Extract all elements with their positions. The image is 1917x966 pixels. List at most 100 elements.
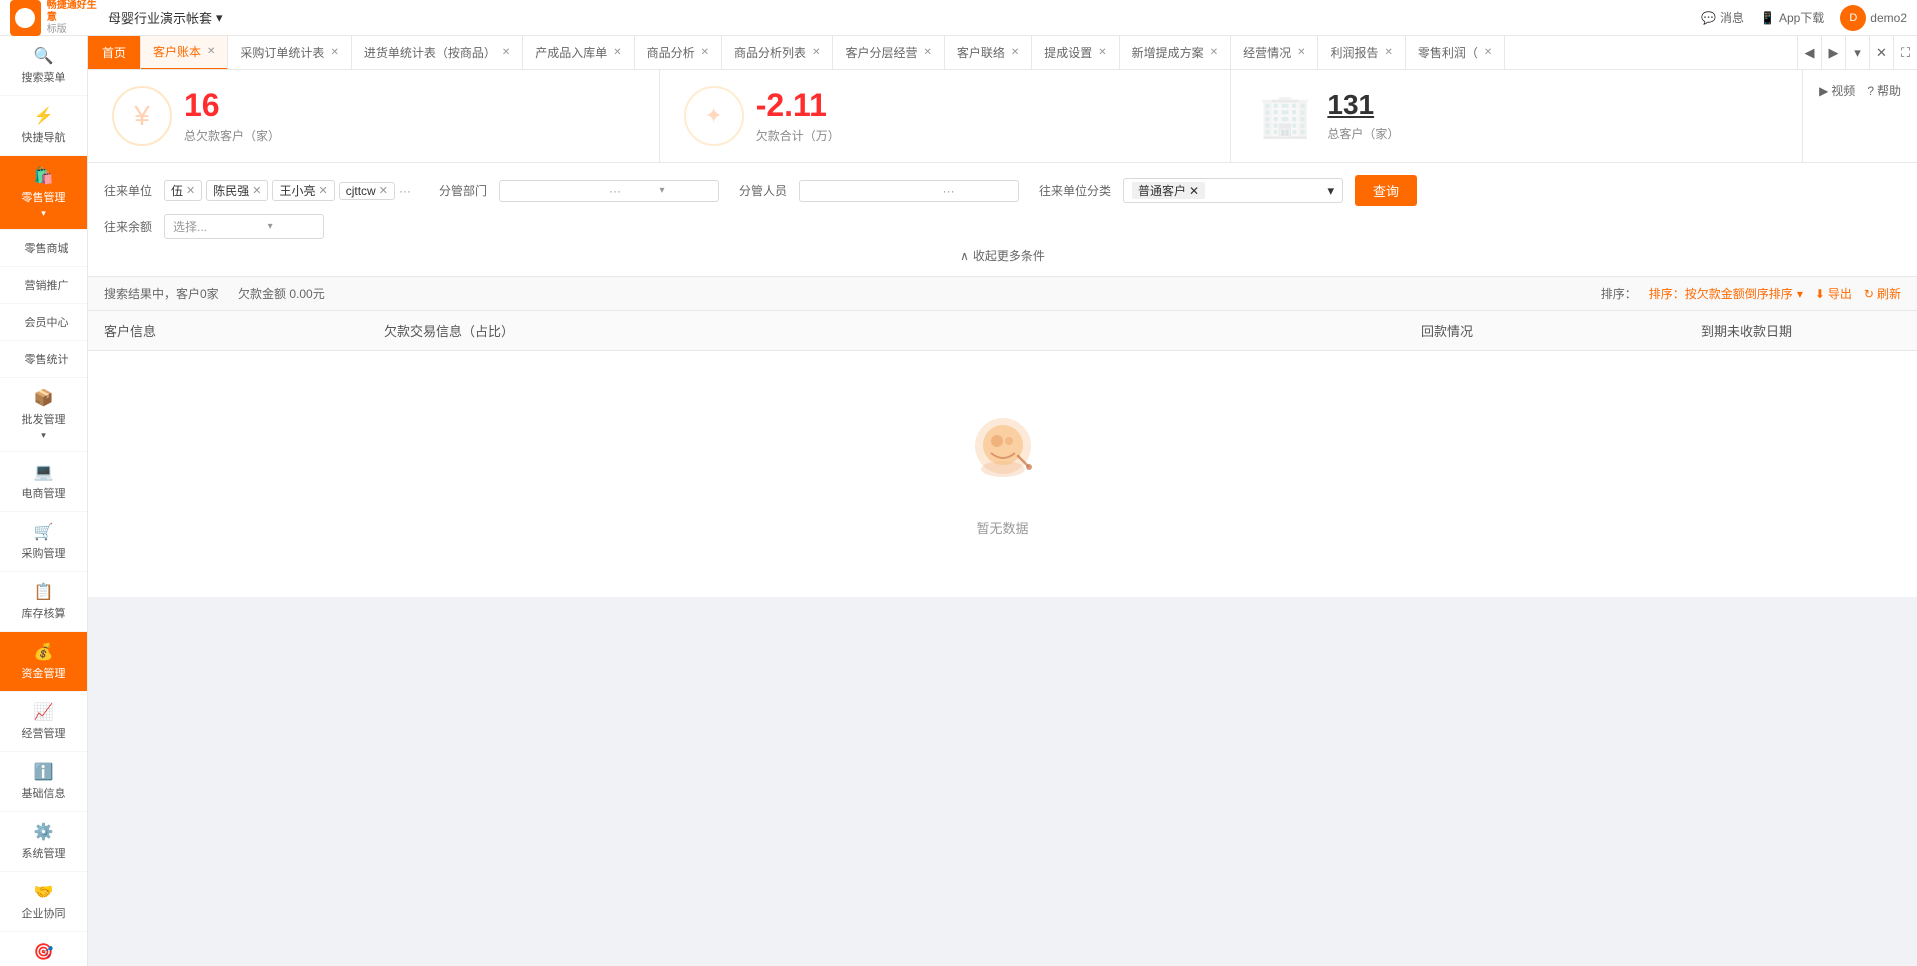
filter-class-tag: 普通客户 ✕ (1132, 182, 1205, 199)
ecommerce-icon: 💻 (34, 462, 54, 482)
tab-close-goods[interactable]: ✕ (701, 47, 709, 58)
sidebar-item-finance[interactable]: 💰 资金管理 (0, 632, 87, 692)
tab-close-inbound[interactable]: ✕ (502, 47, 510, 58)
tab-close-purchase[interactable]: ✕ (330, 47, 338, 58)
tab-operations[interactable]: 经营情况 ✕ (1231, 36, 1318, 70)
remove-tag-wu[interactable]: ✕ (186, 184, 195, 197)
quick-nav-icon: ⚡ (34, 106, 54, 126)
balance-placeholder: 选择... (173, 218, 220, 235)
tab-product-inbound[interactable]: 产成品入库单 ✕ (523, 36, 634, 70)
sidebar-item-retail-stats[interactable]: 零售统计 (0, 341, 87, 378)
tab-nav-buttons: ◀ ▶ ▾ ✕ ⛶ (1797, 36, 1917, 70)
export-button[interactable]: ⬇ 导出 (1815, 285, 1852, 302)
refresh-button[interactable]: ↻ 刷新 (1864, 285, 1901, 302)
tab-close-all-button[interactable]: ✕ (1869, 36, 1893, 70)
filter-dept-select[interactable]: ··· ▾ (499, 180, 719, 202)
finance-icon: 💰 (34, 642, 54, 662)
tab-close-product[interactable]: ✕ (613, 47, 621, 58)
tab-close-profit[interactable]: ✕ (1385, 47, 1393, 58)
filter-label-unit: 往来单位 (104, 182, 152, 199)
tab-close-operations[interactable]: ✕ (1297, 47, 1305, 58)
sidebar-item-basic-info[interactable]: ℹ️ 基础信息 (0, 752, 87, 812)
sidebar-item-collab[interactable]: 🤝 企业协同 (0, 872, 87, 932)
empty-text: 暂无数据 (976, 518, 1028, 537)
tab-close-new-commission[interactable]: ✕ (1210, 47, 1218, 58)
video-link[interactable]: ▶ 视频 (1819, 82, 1855, 99)
tab-close-goods-list[interactable]: ✕ (812, 47, 820, 58)
tab-menu-button[interactable]: ▾ (1845, 36, 1869, 70)
sidebar-item-ecommerce[interactable]: 💻 电商管理 (0, 452, 87, 512)
tab-maximize-button[interactable]: ⛶ (1893, 36, 1917, 70)
filter-label-person: 分管人员 (739, 182, 787, 199)
tab-purchase-stats[interactable]: 采购订单统计表 ✕ (228, 36, 351, 70)
filter-balance-select[interactable]: 选择... ▾ (164, 214, 324, 239)
table-header: 客户信息 欠款交易信息（占比） 回款情况 到期未收款日期 (88, 311, 1917, 351)
tab-customer-contact[interactable]: 客户联络 ✕ (945, 36, 1032, 70)
message-button[interactable]: 💬 消息 (1701, 9, 1744, 26)
filter-area: 往来单位 伍 ✕ 陈民强 ✕ (88, 163, 1917, 277)
sidebar-item-purchase[interactable]: 🛒 采购管理 (0, 512, 87, 572)
tab-home[interactable]: 首页 (88, 36, 141, 70)
sort-select[interactable]: 排序：按欠款金额倒序排序 ▾ (1649, 285, 1803, 302)
sidebar-item-marketing[interactable]: 营销推广 (0, 267, 87, 304)
stat-label-total: 总客户（家） (1327, 125, 1399, 142)
filter-class-select[interactable]: 普通客户 ✕ ▾ (1123, 178, 1343, 203)
remove-tag-wang[interactable]: ✕ (319, 184, 328, 197)
retail-icon: 🛍️ (34, 166, 54, 186)
tab-new-commission[interactable]: 新增提成方案 ✕ (1120, 36, 1231, 70)
tab-close-retail-profit[interactable]: ✕ (1484, 47, 1492, 58)
filter-person-select[interactable]: ··· (799, 180, 1019, 202)
account-selector[interactable]: 母婴行业演示帐套 ▾ (98, 8, 233, 27)
tab-customer-ledger[interactable]: 客户账本 ✕ (141, 36, 228, 70)
tab-customer-layer[interactable]: 客户分层经营 ✕ (833, 36, 944, 70)
member-label: 会员中心 (25, 314, 69, 330)
sidebar-item-guide[interactable]: 🎯 新手引导 (0, 932, 87, 966)
user-menu[interactable]: D demo2 (1840, 5, 1907, 31)
collab-icon: 🤝 (34, 882, 54, 902)
help-link[interactable]: ? 帮助 (1867, 82, 1901, 99)
tab-goods-list[interactable]: 商品分析列表 ✕ (722, 36, 833, 70)
sidebar-item-member[interactable]: 会员中心 (0, 304, 87, 341)
basic-info-label: 基础信息 (22, 785, 66, 801)
tab-close-commission[interactable]: ✕ (1098, 47, 1106, 58)
stat-card-total: 🏢 131 总客户（家） (1231, 70, 1803, 162)
stat-card-customers: ¥ 16 总欠款客户（家） (88, 70, 660, 162)
remove-tag-cj[interactable]: ✕ (379, 184, 388, 197)
wholesale-label: 批发管理 (22, 411, 66, 427)
tab-inbound-stats[interactable]: 进货单统计表（按商品） ✕ (352, 36, 523, 70)
remove-tag-chen[interactable]: ✕ (252, 184, 261, 197)
main-content: ¥ 16 总欠款客户（家） ✦ -2.11 (88, 70, 1917, 966)
tab-close-layer[interactable]: ✕ (923, 47, 931, 58)
sidebar-label-search: 搜索菜单 (22, 69, 66, 85)
sidebar-item-retail-mall[interactable]: 零售商城 (0, 230, 87, 267)
stat-label-amount: 欠款合计（万） (756, 127, 840, 144)
tab-retail-profit[interactable]: 零售利润（ ✕ (1406, 36, 1505, 70)
tab-prev-button[interactable]: ◀ (1797, 36, 1821, 70)
remove-class-tag[interactable]: ✕ (1189, 184, 1199, 198)
tab-goods-analysis[interactable]: 商品分析 ✕ (635, 36, 722, 70)
sidebar-item-system[interactable]: ⚙️ 系统管理 (0, 812, 87, 872)
sidebar-item-wholesale[interactable]: 📦 批发管理 ▾ (0, 378, 87, 452)
system-icon: ⚙️ (34, 822, 54, 842)
filter-more-btn[interactable]: ··· (399, 184, 411, 198)
system-label: 系统管理 (22, 845, 66, 861)
tab-close-contact[interactable]: ✕ (1011, 47, 1019, 58)
tab-next-button[interactable]: ▶ (1821, 36, 1845, 70)
sidebar-item-operations[interactable]: 📈 经营管理 (0, 692, 87, 752)
retail-stats-label: 零售统计 (25, 351, 69, 367)
tab-profit-report[interactable]: 利润报告 ✕ (1318, 36, 1405, 70)
tab-commission-settings[interactable]: 提成设置 ✕ (1032, 36, 1119, 70)
app-download-button[interactable]: 📱 App下载 (1760, 9, 1824, 26)
refresh-icon: ↻ (1864, 287, 1874, 301)
stat-label-customers: 总欠款客户（家） (184, 127, 280, 144)
tab-home-label: 首页 (102, 44, 126, 61)
query-button[interactable]: 查询 (1355, 175, 1417, 206)
tab-close-customer-ledger[interactable]: ✕ (207, 46, 215, 57)
sidebar-item-quick-nav[interactable]: ⚡ 快捷导航 (0, 96, 87, 156)
sidebar-item-search[interactable]: 🔍 搜索菜单 (0, 36, 87, 96)
purchase-icon: 🛒 (34, 522, 54, 542)
collapse-button[interactable]: ∧ 收起更多条件 (104, 247, 1901, 264)
retail-mall-label: 零售商城 (25, 240, 69, 256)
sidebar-item-retail[interactable]: 🛍️ 零售管理 ▾ (0, 156, 87, 230)
sidebar-item-inventory[interactable]: 📋 库存核算 (0, 572, 87, 632)
